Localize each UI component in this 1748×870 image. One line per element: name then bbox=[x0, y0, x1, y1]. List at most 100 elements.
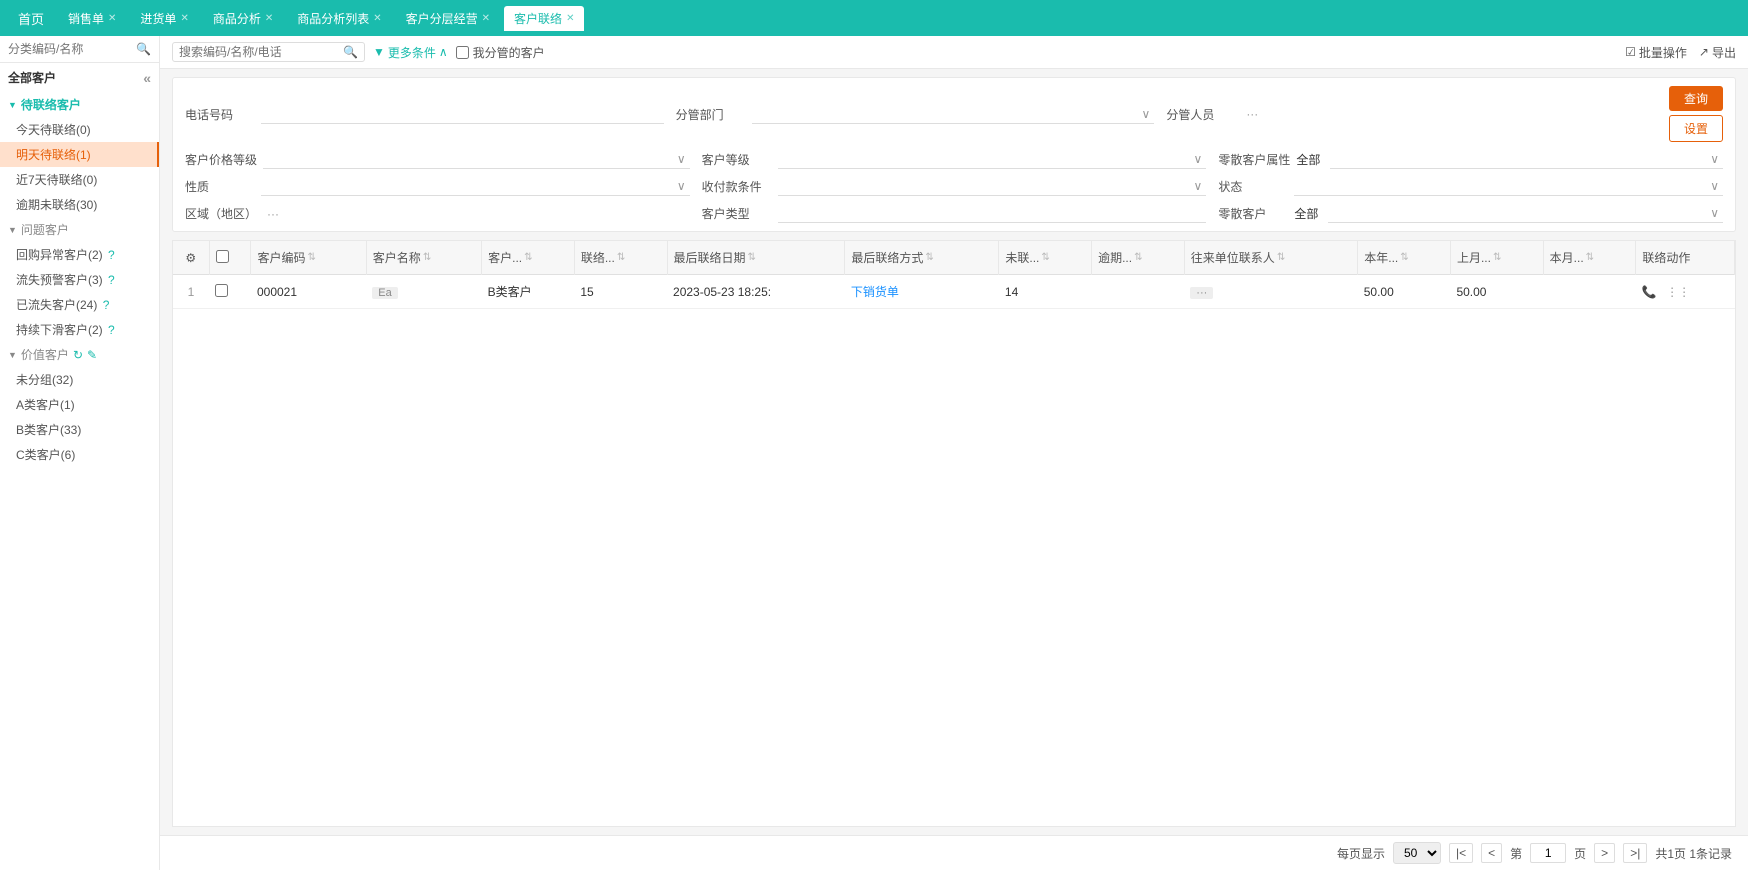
sidebar-item-repurchase-abnormal[interactable]: 回购异常客户(2) ? bbox=[0, 242, 159, 267]
col-settings[interactable]: ⚙ bbox=[173, 241, 209, 275]
sidebar-search-input[interactable] bbox=[8, 42, 132, 56]
cell-no: 1 bbox=[173, 275, 209, 309]
sidebar-item-c-class[interactable]: C类客户(6) bbox=[0, 442, 159, 467]
close-icon[interactable]: ✕ bbox=[373, 13, 381, 24]
sidebar-item-declining[interactable]: 持续下滑客户(2) ? bbox=[0, 317, 159, 342]
info-icon: ? bbox=[108, 323, 115, 337]
filter-phone-input[interactable] bbox=[261, 105, 664, 124]
first-page-button[interactable]: |< bbox=[1449, 843, 1473, 863]
filter-payment-select[interactable]: ∨ bbox=[778, 177, 1207, 196]
my-customer-check[interactable] bbox=[456, 46, 469, 59]
col-checkbox bbox=[209, 241, 251, 275]
filter-status-select[interactable]: ∨ bbox=[1294, 177, 1723, 196]
sidebar: 🔍 全部客户 « 待联络客户 今天待联络(0) 明天待联络(1) 近7天待联络(… bbox=[0, 36, 160, 870]
prev-page-button[interactable]: < bbox=[1481, 843, 1502, 863]
sidebar-all-customers[interactable]: 全部客户 « bbox=[0, 63, 159, 92]
cell-this-year: 50.00 bbox=[1358, 275, 1451, 309]
filter-level-select[interactable]: ∨ bbox=[778, 150, 1207, 169]
filter-scatter-attr: 零散客户属性 全部 ∨ bbox=[1218, 150, 1723, 169]
close-icon[interactable]: ✕ bbox=[108, 13, 116, 24]
filter-price-select[interactable]: ∨ bbox=[263, 150, 690, 169]
sidebar-item-today[interactable]: 今天待联络(0) bbox=[0, 117, 159, 142]
search-icon[interactable]: 🔍 bbox=[136, 42, 151, 56]
filter-type-input[interactable] bbox=[778, 204, 1207, 223]
filter-scatter2-select[interactable]: ∨ bbox=[1328, 204, 1723, 223]
more-filter-button[interactable]: ▼ 更多条件 ∧ bbox=[373, 44, 448, 61]
query-button[interactable]: 查询 bbox=[1669, 86, 1723, 111]
col-unit-contact[interactable]: 往来单位联系人 ⇅ bbox=[1184, 241, 1357, 275]
filter-region: 区域（地区） ··· bbox=[185, 205, 690, 222]
sidebar-group-value[interactable]: 价值客户 ↻ ✎ bbox=[0, 342, 159, 367]
nav-tab-product-analysis[interactable]: 商品分析 ✕ bbox=[203, 6, 283, 31]
filter-manager-dots[interactable]: ··· bbox=[1246, 107, 1258, 121]
filter-dept-select[interactable]: ∨ bbox=[752, 105, 1155, 124]
col-code[interactable]: 客户编码 ⇅ bbox=[251, 241, 366, 275]
sidebar-item-overdue[interactable]: 逾期未联络(30) bbox=[0, 192, 159, 217]
refresh-icon[interactable]: ↻ bbox=[73, 348, 83, 362]
nav-tab-customer-layered[interactable]: 客户分层经营 ✕ bbox=[396, 6, 500, 31]
sidebar-search-area: 🔍 bbox=[0, 36, 159, 63]
search-box: 🔍 bbox=[172, 42, 365, 62]
col-this-month[interactable]: 本月... ⇅ bbox=[1543, 241, 1636, 275]
next-page-button[interactable]: > bbox=[1594, 843, 1615, 863]
filter-level-label: 客户等级 bbox=[702, 151, 772, 168]
col-last-method[interactable]: 最后联络方式 ⇅ bbox=[845, 241, 999, 275]
chevron-down-icon: ∨ bbox=[1710, 206, 1719, 220]
top-navigation: 首页 销售单 ✕ 进货单 ✕ 商品分析 ✕ 商品分析列表 ✕ 客户分层经营 ✕ … bbox=[0, 0, 1748, 36]
edit-icon[interactable]: ✎ bbox=[87, 348, 97, 362]
col-overdue[interactable]: 逾期... ⇅ bbox=[1092, 241, 1185, 275]
sort-icon: ⇅ bbox=[423, 252, 431, 263]
search-icon[interactable]: 🔍 bbox=[343, 45, 358, 59]
action-more-icon[interactable]: ⋮⋮ bbox=[1666, 285, 1690, 299]
search-input[interactable] bbox=[179, 45, 339, 59]
last-page-button[interactable]: >| bbox=[1623, 843, 1647, 863]
filter-scatter-select[interactable]: ∨ bbox=[1330, 150, 1723, 169]
nav-tab-product-list[interactable]: 商品分析列表 ✕ bbox=[287, 6, 391, 31]
sidebar-item-ungrouped[interactable]: 未分组(32) bbox=[0, 367, 159, 392]
close-icon[interactable]: ✕ bbox=[566, 13, 574, 24]
col-last-date[interactable]: 最后联络日期 ⇅ bbox=[667, 241, 845, 275]
nav-tab-customer-contact[interactable]: 客户联络 ✕ bbox=[504, 6, 584, 31]
col-contact[interactable]: 联络... ⇅ bbox=[574, 241, 667, 275]
sidebar-item-tomorrow[interactable]: 明天待联络(1) bbox=[0, 142, 159, 167]
gear-icon[interactable]: ⚙ bbox=[185, 251, 196, 265]
close-icon[interactable]: ✕ bbox=[265, 13, 273, 24]
action-phone-icon[interactable]: 📞 bbox=[1642, 285, 1657, 299]
main-layout: 🔍 全部客户 « 待联络客户 今天待联络(0) 明天待联络(1) 近7天待联络(… bbox=[0, 36, 1748, 870]
sidebar-item-churn-warning[interactable]: 流失预警客户(3) ? bbox=[0, 267, 159, 292]
nav-home[interactable]: 首页 bbox=[8, 5, 54, 32]
sidebar-item-b-class[interactable]: B类客户(33) bbox=[0, 417, 159, 442]
row-checkbox[interactable] bbox=[215, 284, 228, 297]
last-method-link[interactable]: 下销货单 bbox=[851, 285, 899, 299]
filter-region-dots[interactable]: ··· bbox=[267, 207, 279, 221]
close-icon[interactable]: ✕ bbox=[482, 13, 490, 24]
filter-nature-select[interactable]: ∨ bbox=[261, 177, 690, 196]
settings-button[interactable]: 设置 bbox=[1669, 115, 1723, 142]
info-icon: ? bbox=[108, 248, 115, 262]
page-label: 第 bbox=[1510, 845, 1522, 862]
sidebar-group-problem[interactable]: 问题客户 bbox=[0, 217, 159, 242]
col-name[interactable]: 客户名称 ⇅ bbox=[366, 241, 481, 275]
page-suffix: 页 bbox=[1574, 845, 1586, 862]
sidebar-item-churned[interactable]: 已流失客户(24) ? bbox=[0, 292, 159, 317]
sidebar-item-7days[interactable]: 近7天待联络(0) bbox=[0, 167, 159, 192]
nav-tab-purchase[interactable]: 进货单 ✕ bbox=[130, 6, 198, 31]
export-button[interactable]: ↗ 导出 bbox=[1699, 44, 1736, 61]
col-this-year[interactable]: 本年... ⇅ bbox=[1358, 241, 1451, 275]
filter-customer-type: 客户类型 bbox=[702, 204, 1207, 223]
filter-scatter2-label: 零散客户 bbox=[1218, 205, 1288, 222]
sidebar-item-a-class[interactable]: A类客户(1) bbox=[0, 392, 159, 417]
close-icon[interactable]: ✕ bbox=[180, 13, 188, 24]
sidebar-group-pending[interactable]: 待联络客户 bbox=[0, 92, 159, 117]
col-last-month[interactable]: 上月... ⇅ bbox=[1450, 241, 1543, 275]
my-customer-checkbox[interactable]: 我分管的客户 bbox=[456, 44, 545, 61]
page-number-input[interactable] bbox=[1530, 843, 1566, 863]
nav-tab-sales[interactable]: 销售单 ✕ bbox=[58, 6, 126, 31]
per-page-select[interactable]: 50 bbox=[1393, 842, 1441, 864]
col-not-linked[interactable]: 未联... ⇅ bbox=[999, 241, 1092, 275]
filter-status: 状态 ∨ bbox=[1218, 177, 1723, 196]
collapse-icon[interactable]: « bbox=[143, 70, 151, 86]
select-all-checkbox[interactable] bbox=[216, 250, 229, 263]
col-type[interactable]: 客户... ⇅ bbox=[482, 241, 575, 275]
batch-operation-button[interactable]: ☑ 批量操作 bbox=[1625, 44, 1687, 61]
